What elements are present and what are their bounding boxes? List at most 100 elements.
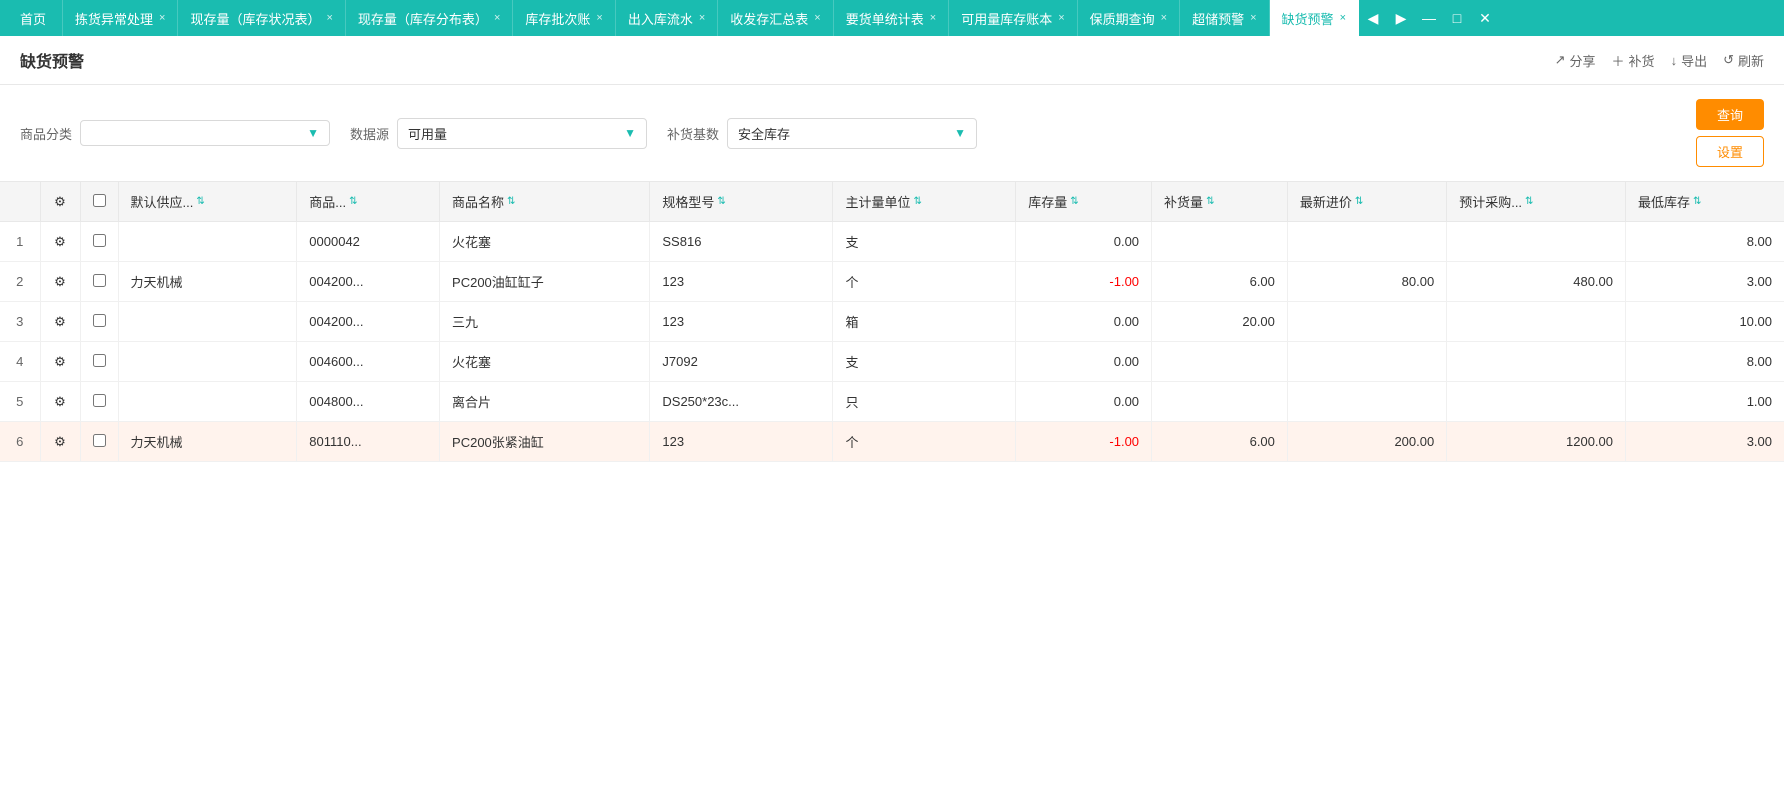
row-checkbox-3[interactable]: [93, 354, 106, 367]
replenish-action[interactable]: ＋ 补货: [1612, 51, 1655, 70]
col-spec[interactable]: 规格型号 ⇅: [650, 182, 833, 222]
col-product-code[interactable]: 商品... ⇅: [297, 182, 440, 222]
close-tab-batch[interactable]: ×: [596, 12, 602, 24]
close-tab-avail-ledger[interactable]: ×: [1058, 12, 1064, 24]
tab-inout-flow[interactable]: 出入库流水 ×: [616, 0, 718, 36]
tab-shortage[interactable]: 缺货预警 ×: [1270, 0, 1359, 36]
row-gear-icon: ⚙: [54, 314, 66, 329]
row-gear-icon: ⚙: [54, 354, 66, 369]
tab-close-btn[interactable]: ✕: [1471, 0, 1499, 36]
tab-maximize-btn[interactable]: □: [1443, 0, 1471, 36]
share-action[interactable]: ↗ 分享: [1555, 51, 1596, 70]
product-name-sort-icon: ⇅: [507, 196, 515, 207]
row-spec: 123: [650, 262, 833, 302]
tab-overstock[interactable]: 超储预警 ×: [1180, 0, 1269, 36]
col-checkbox[interactable]: [80, 182, 118, 222]
export-icon: ↓: [1671, 53, 1678, 68]
row-gear-cell[interactable]: ⚙: [40, 342, 80, 382]
table-row: 1 ⚙ 0000042 火花塞 SS816 支 0.00 8.00: [0, 222, 1784, 262]
replenish-select[interactable]: 安全库存 ▼: [727, 118, 977, 149]
close-tab-shortage[interactable]: ×: [1340, 12, 1346, 24]
row-min-stock: 3.00: [1626, 422, 1784, 462]
tab-minimize-btn[interactable]: —: [1415, 0, 1443, 36]
export-action[interactable]: ↓ 导出: [1671, 51, 1708, 70]
page-title: 缺货预警: [20, 48, 84, 72]
row-checkbox-cell[interactable]: [80, 262, 118, 302]
col-stock[interactable]: 库存量 ⇅: [1016, 182, 1152, 222]
close-tab-expiry[interactable]: ×: [1161, 12, 1167, 24]
select-all-checkbox[interactable]: [93, 194, 106, 207]
close-tab-abnormal[interactable]: ×: [159, 12, 165, 24]
row-checkbox-4[interactable]: [93, 394, 106, 407]
row-product-name: 火花塞: [440, 342, 650, 382]
col-product-name[interactable]: 商品名称 ⇅: [440, 182, 650, 222]
row-checkbox-cell[interactable]: [80, 222, 118, 262]
col-latest-price[interactable]: 最新进价 ⇅: [1287, 182, 1446, 222]
table-row: 2 ⚙ 力天机械 004200... PC200油缸缸子 123 个 -1.00…: [0, 262, 1784, 302]
row-product-name: 火花塞: [440, 222, 650, 262]
row-replenish-qty: 6.00: [1152, 262, 1288, 302]
latest-price-sort-icon: ⇅: [1355, 196, 1363, 207]
row-latest-price: [1287, 382, 1446, 422]
row-stock: 0.00: [1016, 302, 1152, 342]
category-label: 商品分类: [20, 124, 72, 143]
tab-stock-status[interactable]: 现存量（库存状况表） ×: [178, 0, 345, 36]
col-min-stock[interactable]: 最低库存 ⇅: [1626, 182, 1784, 222]
row-gear-cell[interactable]: ⚙: [40, 222, 80, 262]
tab-stock-dist[interactable]: 现存量（库存分布表） ×: [346, 0, 513, 36]
row-checkbox-cell[interactable]: [80, 422, 118, 462]
row-stock: -1.00: [1016, 422, 1152, 462]
row-gear-cell[interactable]: ⚙: [40, 382, 80, 422]
row-replenish-qty: [1152, 342, 1288, 382]
row-gear-cell[interactable]: ⚙: [40, 422, 80, 462]
tab-abnormal[interactable]: 拣货异常处理 ×: [63, 0, 178, 36]
row-product-code: 004200...: [297, 262, 440, 302]
row-checkbox-1[interactable]: [93, 274, 106, 287]
spec-sort-icon: ⇅: [717, 196, 725, 207]
row-number: 6: [0, 422, 40, 462]
row-checkbox-0[interactable]: [93, 234, 106, 247]
settings-button[interactable]: 设置: [1696, 136, 1764, 167]
tab-expiry[interactable]: 保质期查询 ×: [1078, 0, 1180, 36]
row-product-code: 004600...: [297, 342, 440, 382]
table-body: 1 ⚙ 0000042 火花塞 SS816 支 0.00 8.00 2 ⚙ 力天…: [0, 222, 1784, 462]
close-tab-recv-summary[interactable]: ×: [814, 12, 820, 24]
row-checkbox-2[interactable]: [93, 314, 106, 327]
close-tab-inout-flow[interactable]: ×: [699, 12, 705, 24]
row-checkbox-5[interactable]: [93, 434, 106, 447]
row-gear-cell[interactable]: ⚙: [40, 302, 80, 342]
col-replenish-qty[interactable]: 补货量 ⇅: [1152, 182, 1288, 222]
row-supplier: [118, 302, 297, 342]
tab-recv-summary[interactable]: 收发存汇总表 ×: [718, 0, 833, 36]
col-est-purchase[interactable]: 预计采购... ⇅: [1447, 182, 1626, 222]
row-min-stock: 1.00: [1626, 382, 1784, 422]
tab-prev-btn[interactable]: ◀: [1359, 0, 1387, 36]
close-tab-overstock[interactable]: ×: [1250, 12, 1256, 24]
tab-home[interactable]: 首页: [4, 0, 63, 36]
category-select[interactable]: ▼: [80, 120, 330, 146]
col-gear[interactable]: ⚙: [40, 182, 80, 222]
row-checkbox-cell[interactable]: [80, 382, 118, 422]
close-tab-demand-stat[interactable]: ×: [930, 12, 936, 24]
table-header-row: ⚙ 默认供应... ⇅ 商品... ⇅: [0, 182, 1784, 222]
close-tab-stock-dist[interactable]: ×: [494, 12, 500, 24]
tab-batch[interactable]: 库存批次账 ×: [513, 0, 615, 36]
query-button[interactable]: 查询: [1696, 99, 1764, 130]
row-spec: SS816: [650, 222, 833, 262]
table-row: 5 ⚙ 004800... 离合片 DS250*23c... 只 0.00 1.…: [0, 382, 1784, 422]
tab-next-btn[interactable]: ▶: [1387, 0, 1415, 36]
refresh-action[interactable]: ↺ 刷新: [1723, 51, 1764, 70]
row-gear-cell[interactable]: ⚙: [40, 262, 80, 302]
tab-avail-ledger[interactable]: 可用量库存账本 ×: [949, 0, 1077, 36]
col-supplier[interactable]: 默认供应... ⇅: [118, 182, 297, 222]
col-unit[interactable]: 主计量单位 ⇅: [833, 182, 1016, 222]
row-gear-icon: ⚙: [54, 434, 66, 449]
datasource-select[interactable]: 可用量 ▼: [397, 118, 647, 149]
close-tab-stock-status[interactable]: ×: [326, 12, 332, 24]
row-est-purchase: 1200.00: [1447, 422, 1626, 462]
row-checkbox-cell[interactable]: [80, 342, 118, 382]
tab-demand-stat[interactable]: 要货单统计表 ×: [834, 0, 949, 36]
row-gear-icon: ⚙: [54, 234, 66, 249]
tab-bar: 首页 拣货异常处理 × 现存量（库存状况表） × 现存量（库存分布表） × 库存…: [0, 0, 1784, 36]
row-checkbox-cell[interactable]: [80, 302, 118, 342]
